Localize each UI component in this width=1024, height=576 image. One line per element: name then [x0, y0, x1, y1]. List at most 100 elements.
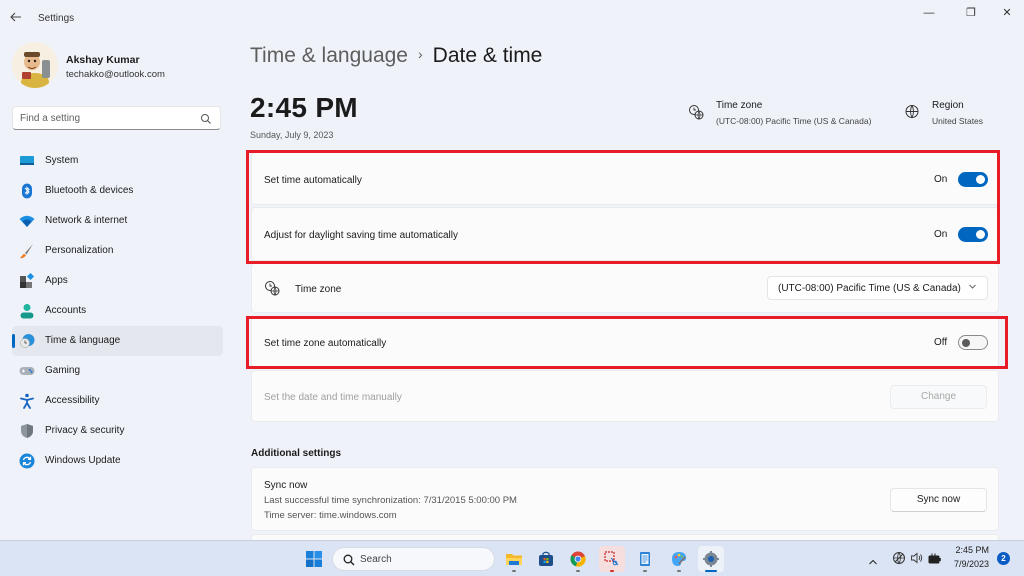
globe-icon [904, 104, 920, 120]
set-date-time-manually-row: Set the date and time manually Change [251, 370, 999, 422]
time-zone-dropdown[interactable]: (UTC-08:00) Pacific Time (US & Canada) [767, 276, 988, 300]
search-input[interactable] [20, 111, 190, 126]
sidebar-item-windows-update[interactable]: Windows Update [12, 446, 223, 476]
sidebar-item-accounts[interactable]: Accounts [12, 296, 223, 326]
breadcrumb: Time & language › Date & time [250, 44, 542, 68]
snipping-tool-icon[interactable] [599, 546, 625, 572]
page-title: Date & time [432, 44, 543, 67]
start-icon[interactable] [301, 546, 327, 572]
apps-icon [19, 272, 35, 289]
timezone-value: (UTC-08:00) Pacific Time (US & Canada) [716, 116, 872, 126]
set-date-time-manually-label: Set the date and time manually [264, 392, 402, 403]
sidebar-item-bluetooth[interactable]: Bluetooth & devices [12, 176, 223, 206]
time-language-icon [19, 333, 35, 349]
volume-icon[interactable] [910, 551, 924, 570]
time-zone-label: Time zone [295, 284, 342, 295]
active-indicator [705, 570, 717, 572]
set-timezone-automatically-state: Off [934, 337, 948, 348]
paint-icon[interactable] [666, 546, 692, 572]
person-icon [19, 303, 35, 319]
search-icon[interactable] [200, 112, 212, 124]
daylight-saving-toggle[interactable] [958, 227, 988, 242]
taskbar-search[interactable]: Search [332, 547, 495, 571]
battery-icon[interactable] [928, 552, 942, 570]
running-indicator [677, 570, 681, 572]
notification-badge[interactable]: 2 [997, 552, 1010, 565]
current-time: 2:45 PM [250, 92, 358, 123]
sidebar-item-network[interactable]: Network & internet [12, 206, 223, 236]
sync-now-button[interactable]: Sync now [890, 488, 987, 512]
last-sync-text: Last successful time synchronization: 7/… [264, 495, 517, 506]
title-bar: Settings — ❐ ✕ [0, 0, 1024, 36]
set-time-automatically-toggle[interactable] [958, 172, 988, 187]
daylight-saving-row: Adjust for daylight saving time automati… [251, 207, 999, 261]
brush-icon [19, 243, 35, 259]
current-date: Sunday, July 9, 2023 [250, 130, 334, 140]
sidebar-nav: System Bluetooth & devices Network & int… [12, 146, 223, 476]
chrome-icon[interactable] [565, 546, 591, 572]
file-explorer-icon[interactable] [501, 546, 527, 572]
time-zone-row: Time zone (UTC-08:00) Pacific Time (US &… [251, 263, 999, 313]
back-arrow-icon[interactable] [10, 10, 28, 26]
accessibility-icon [19, 393, 35, 409]
network-globe-icon[interactable] [892, 551, 906, 570]
app-title: Settings [38, 13, 75, 24]
running-indicator [643, 570, 647, 572]
close-button[interactable]: ✕ [992, 4, 1022, 22]
set-timezone-automatically-row: Set time zone automatically Off [251, 316, 999, 368]
running-indicator [512, 570, 516, 572]
bluetooth-icon [19, 183, 35, 199]
region-value: United States [932, 116, 984, 126]
shield-icon [19, 423, 35, 439]
running-indicator [576, 570, 580, 572]
sidebar-item-system[interactable]: System [12, 146, 223, 176]
additional-settings-heading: Additional settings [251, 448, 341, 459]
tray-time[interactable]: 2:45 PM [945, 545, 989, 555]
running-indicator [610, 570, 614, 572]
user-profile[interactable]: Akshay Kumar techakko@outlook.com [12, 42, 232, 90]
daylight-saving-state: On [934, 229, 948, 240]
sidebar-item-time-language[interactable]: Time & language [12, 326, 223, 356]
taskbar-search-label: Search [360, 554, 392, 565]
avatar [12, 42, 58, 88]
sidebar-item-accessibility[interactable]: Accessibility [12, 386, 223, 416]
chevron-up-icon[interactable] [868, 553, 878, 571]
sync-now-row: Sync now Last successful time synchroniz… [251, 467, 999, 531]
tray-date[interactable]: 7/9/2023 [945, 559, 989, 569]
set-timezone-automatically-toggle[interactable] [958, 335, 988, 350]
region-title: Region [932, 100, 964, 111]
clock-globe-icon [688, 104, 704, 120]
chevron-down-icon [968, 282, 977, 293]
find-setting-search[interactable] [12, 106, 221, 130]
set-time-automatically-row: Set time automatically On [251, 152, 999, 205]
sidebar-item-privacy[interactable]: Privacy & security [12, 416, 223, 446]
maximize-button[interactable]: ❐ [956, 4, 986, 22]
minimize-button[interactable]: — [914, 4, 944, 22]
search-icon [343, 553, 355, 571]
notepad-icon[interactable] [632, 546, 658, 572]
set-time-automatically-state: On [934, 174, 948, 185]
breadcrumb-separator: › [417, 46, 423, 62]
system-icon [19, 153, 35, 169]
gamepad-icon [19, 363, 35, 379]
set-timezone-automatically-label: Set time zone automatically [264, 338, 387, 349]
user-name: Akshay Kumar [66, 54, 140, 66]
clock-globe-icon [264, 280, 280, 296]
sidebar-item-apps[interactable]: Apps [12, 266, 223, 296]
set-time-automatically-label: Set time automatically [264, 175, 362, 186]
time-server-text: Time server: time.windows.com [264, 510, 397, 521]
breadcrumb-parent[interactable]: Time & language [250, 44, 408, 67]
time-zone-selected: (UTC-08:00) Pacific Time (US & Canada) [778, 283, 961, 294]
timezone-title: Time zone [716, 100, 763, 111]
microsoft-store-icon[interactable] [533, 546, 559, 572]
user-email: techakko@outlook.com [66, 69, 165, 80]
update-icon [19, 453, 35, 469]
wifi-icon [19, 213, 35, 229]
sync-title: Sync now [264, 480, 308, 491]
daylight-saving-label: Adjust for daylight saving time automati… [264, 230, 458, 241]
taskbar: Search 2:45 PM 7/9/2023 2 [0, 540, 1024, 576]
sidebar-item-personalization[interactable]: Personalization [12, 236, 223, 266]
sidebar-item-gaming[interactable]: Gaming [12, 356, 223, 386]
change-button[interactable]: Change [890, 385, 987, 409]
settings-icon[interactable] [698, 546, 724, 572]
